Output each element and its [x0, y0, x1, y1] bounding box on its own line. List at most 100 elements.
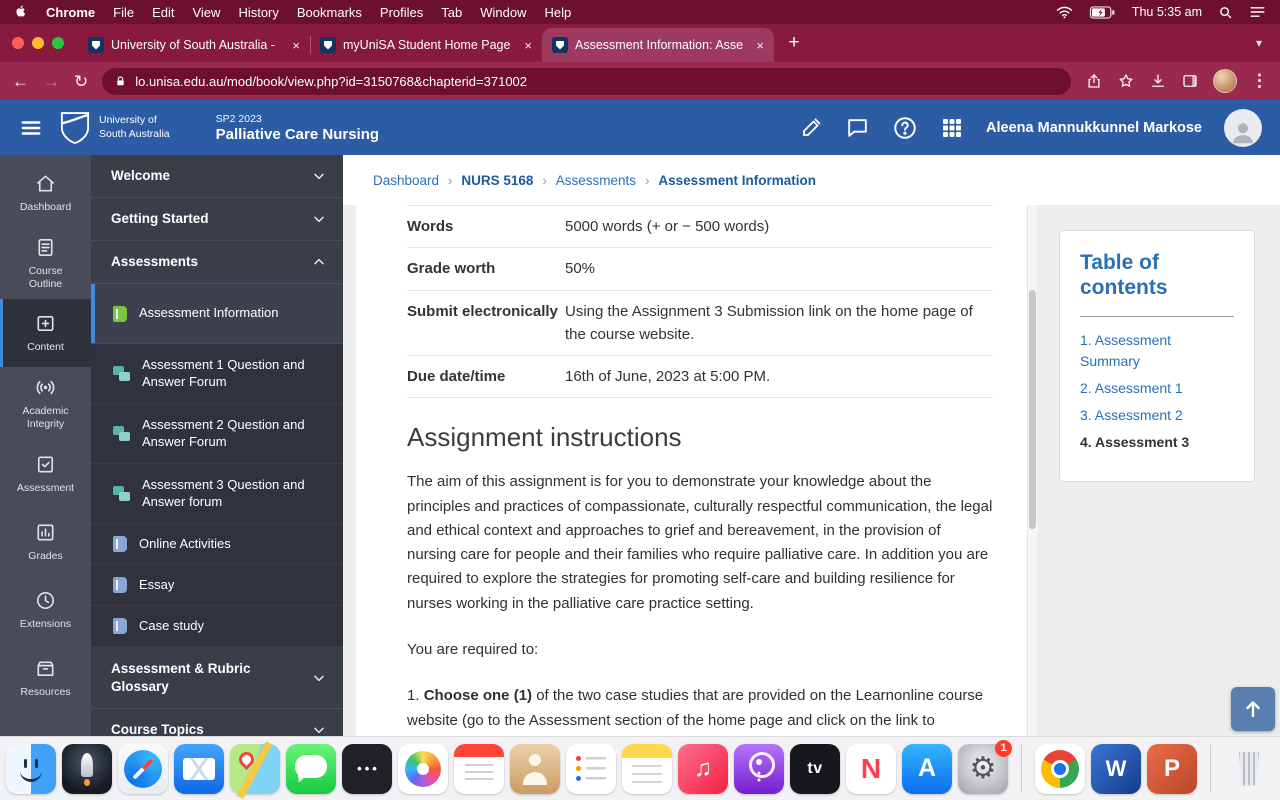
breadcrumb-assessments[interactable]: Assessments [556, 173, 636, 188]
nav-section-course-topics[interactable]: Course Topics [91, 709, 343, 736]
rail-item-grades[interactable]: Grades [0, 507, 91, 575]
close-tab-icon[interactable]: × [756, 38, 764, 53]
breadcrumb-course-code[interactable]: NURS 5168 [461, 173, 533, 188]
nav-item-assessment-information[interactable]: Assessment Information [91, 284, 343, 344]
content-scrollbar[interactable] [1027, 205, 1037, 736]
dock-powerpoint-icon[interactable]: P [1147, 743, 1197, 794]
back-button[interactable]: ← [12, 73, 29, 90]
apps-grid-icon[interactable] [940, 116, 964, 140]
dock-notes-icon[interactable] [622, 743, 672, 794]
nav-item-essay[interactable]: Essay [91, 565, 343, 606]
chevron-down-icon [314, 216, 324, 223]
tab-assessment-information[interactable]: Assessment Information: Asse × [542, 28, 774, 62]
close-tab-icon[interactable]: × [292, 38, 300, 53]
forward-button[interactable]: → [43, 73, 60, 90]
dock-finder-icon[interactable] [6, 743, 56, 794]
nav-item-assessment-3-forum[interactable]: Assessment 3 Question and Answer forum [91, 464, 343, 524]
menu-window[interactable]: Window [480, 5, 526, 20]
minimize-window-button[interactable] [32, 37, 44, 49]
menu-tab[interactable]: Tab [441, 5, 462, 20]
course-title[interactable]: Palliative Care Nursing [216, 126, 379, 143]
rail-item-extensions[interactable]: Extensions [0, 575, 91, 643]
dock-tv-icon[interactable]: tv [790, 743, 840, 794]
toc-item-assessment-3[interactable]: 4. Assessment 3 [1080, 432, 1234, 453]
rail-item-course-outline[interactable]: Course Outline [0, 227, 91, 299]
nav-section-assessments[interactable]: Assessments [91, 241, 343, 284]
nav-item-online-activities[interactable]: Online Activities [91, 524, 343, 565]
menu-history[interactable]: History [238, 5, 278, 20]
control-center-icon[interactable] [1249, 5, 1266, 19]
scrollbar-thumb[interactable] [1029, 289, 1036, 529]
menu-app-name[interactable]: Chrome [46, 5, 95, 20]
dock-messages-icon[interactable] [286, 743, 336, 794]
user-name[interactable]: Aleena Mannukkunnel Markose [986, 120, 1202, 136]
rail-item-academic-integrity[interactable]: Academic Integrity [0, 367, 91, 439]
user-avatar[interactable] [1224, 108, 1262, 147]
rail-item-resources[interactable]: Resources [0, 643, 91, 711]
nav-item-assessment-1-forum[interactable]: Assessment 1 Question and Answer Forum [91, 344, 343, 404]
paintbrush-icon[interactable] [799, 116, 823, 140]
dock-mail-icon[interactable] [174, 743, 224, 794]
menu-file[interactable]: File [113, 5, 134, 20]
menu-bookmarks[interactable]: Bookmarks [297, 5, 362, 20]
dock-podcasts-icon[interactable] [734, 743, 784, 794]
share-icon[interactable] [1085, 72, 1103, 90]
scroll-to-top-button[interactable] [1231, 687, 1275, 731]
menu-help[interactable]: Help [545, 5, 572, 20]
nav-section-glossary[interactable]: Assessment & Rubric Glossary [91, 647, 343, 709]
new-tab-button[interactable]: + [780, 29, 808, 57]
unisa-logo[interactable]: University of South Australia [60, 111, 170, 145]
dock-calendar-icon[interactable] [454, 743, 504, 794]
dock-safari-icon[interactable] [118, 743, 168, 794]
tab-myunisa[interactable]: myUniSA Student Home Page × [310, 28, 542, 62]
dock-trash-icon[interactable] [1224, 744, 1274, 794]
nav-section-getting-started[interactable]: Getting Started [91, 198, 343, 241]
menu-edit[interactable]: Edit [152, 5, 174, 20]
battery-icon[interactable] [1089, 5, 1116, 19]
rail-item-dashboard[interactable]: Dashboard [0, 159, 91, 227]
close-tab-icon[interactable]: × [524, 38, 532, 53]
url-text: lo.unisa.edu.au/mod/book/view.php?id=315… [135, 73, 528, 89]
dock-three-dots-app-icon[interactable]: ••• [342, 743, 392, 794]
document-icon [38, 239, 53, 256]
spotlight-search-icon[interactable] [1218, 5, 1233, 20]
dock-word-icon[interactable]: W [1091, 743, 1141, 794]
downloads-icon[interactable] [1149, 72, 1167, 90]
wifi-icon[interactable] [1056, 5, 1073, 19]
reload-button[interactable]: ↻ [74, 73, 88, 90]
dock-app-store-icon[interactable]: A [902, 743, 952, 794]
apple-menu-icon[interactable] [14, 3, 28, 22]
dock-maps-icon[interactable] [230, 743, 280, 794]
menu-view[interactable]: View [192, 5, 220, 20]
dock-reminders-icon[interactable] [566, 743, 616, 794]
toc-item-assessment-summary[interactable]: 1. Assessment Summary [1080, 330, 1234, 372]
menu-profiles[interactable]: Profiles [380, 5, 423, 20]
toc-item-assessment-1[interactable]: 2. Assessment 1 [1080, 378, 1234, 399]
dock-settings-icon[interactable]: ⚙ 1 [958, 739, 1012, 794]
rail-item-content[interactable]: Content [0, 299, 91, 368]
side-panel-icon[interactable] [1181, 72, 1199, 90]
nav-section-welcome[interactable]: Welcome [91, 155, 343, 198]
nav-item-assessment-2-forum[interactable]: Assessment 2 Question and Answer Forum [91, 404, 343, 464]
close-window-button[interactable] [12, 37, 24, 49]
browser-profile-avatar[interactable] [1213, 69, 1237, 93]
address-bar[interactable]: lo.unisa.edu.au/mod/book/view.php?id=315… [102, 67, 1071, 95]
breadcrumb-current-page[interactable]: Assessment Information [658, 173, 816, 188]
nav-item-case-study[interactable]: Case study [91, 606, 343, 647]
tab-unisa[interactable]: University of South Australia - × [78, 28, 310, 62]
tab-search-chevron-icon[interactable]: ▾ [1246, 36, 1272, 50]
rail-item-assessment[interactable]: Assessment [0, 439, 91, 507]
nav-drawer-toggle-icon[interactable] [18, 117, 44, 139]
breadcrumb-dashboard[interactable]: Dashboard [373, 173, 439, 188]
help-icon[interactable] [892, 115, 918, 141]
bookmark-star-icon[interactable] [1117, 72, 1135, 90]
dock-photos-icon[interactable] [398, 743, 448, 794]
zoom-window-button[interactable] [52, 37, 64, 49]
dock-chrome-icon[interactable] [1035, 743, 1085, 794]
dock-contacts-icon[interactable] [510, 743, 560, 794]
browser-menu-icon[interactable]: ⋮ [1251, 71, 1268, 91]
messages-bubble-icon[interactable] [845, 115, 870, 140]
toc-item-assessment-2[interactable]: 3. Assessment 2 [1080, 405, 1234, 426]
dock-news-icon[interactable]: N [846, 743, 896, 794]
dock-music-icon[interactable]: ♫ [678, 743, 728, 794]
